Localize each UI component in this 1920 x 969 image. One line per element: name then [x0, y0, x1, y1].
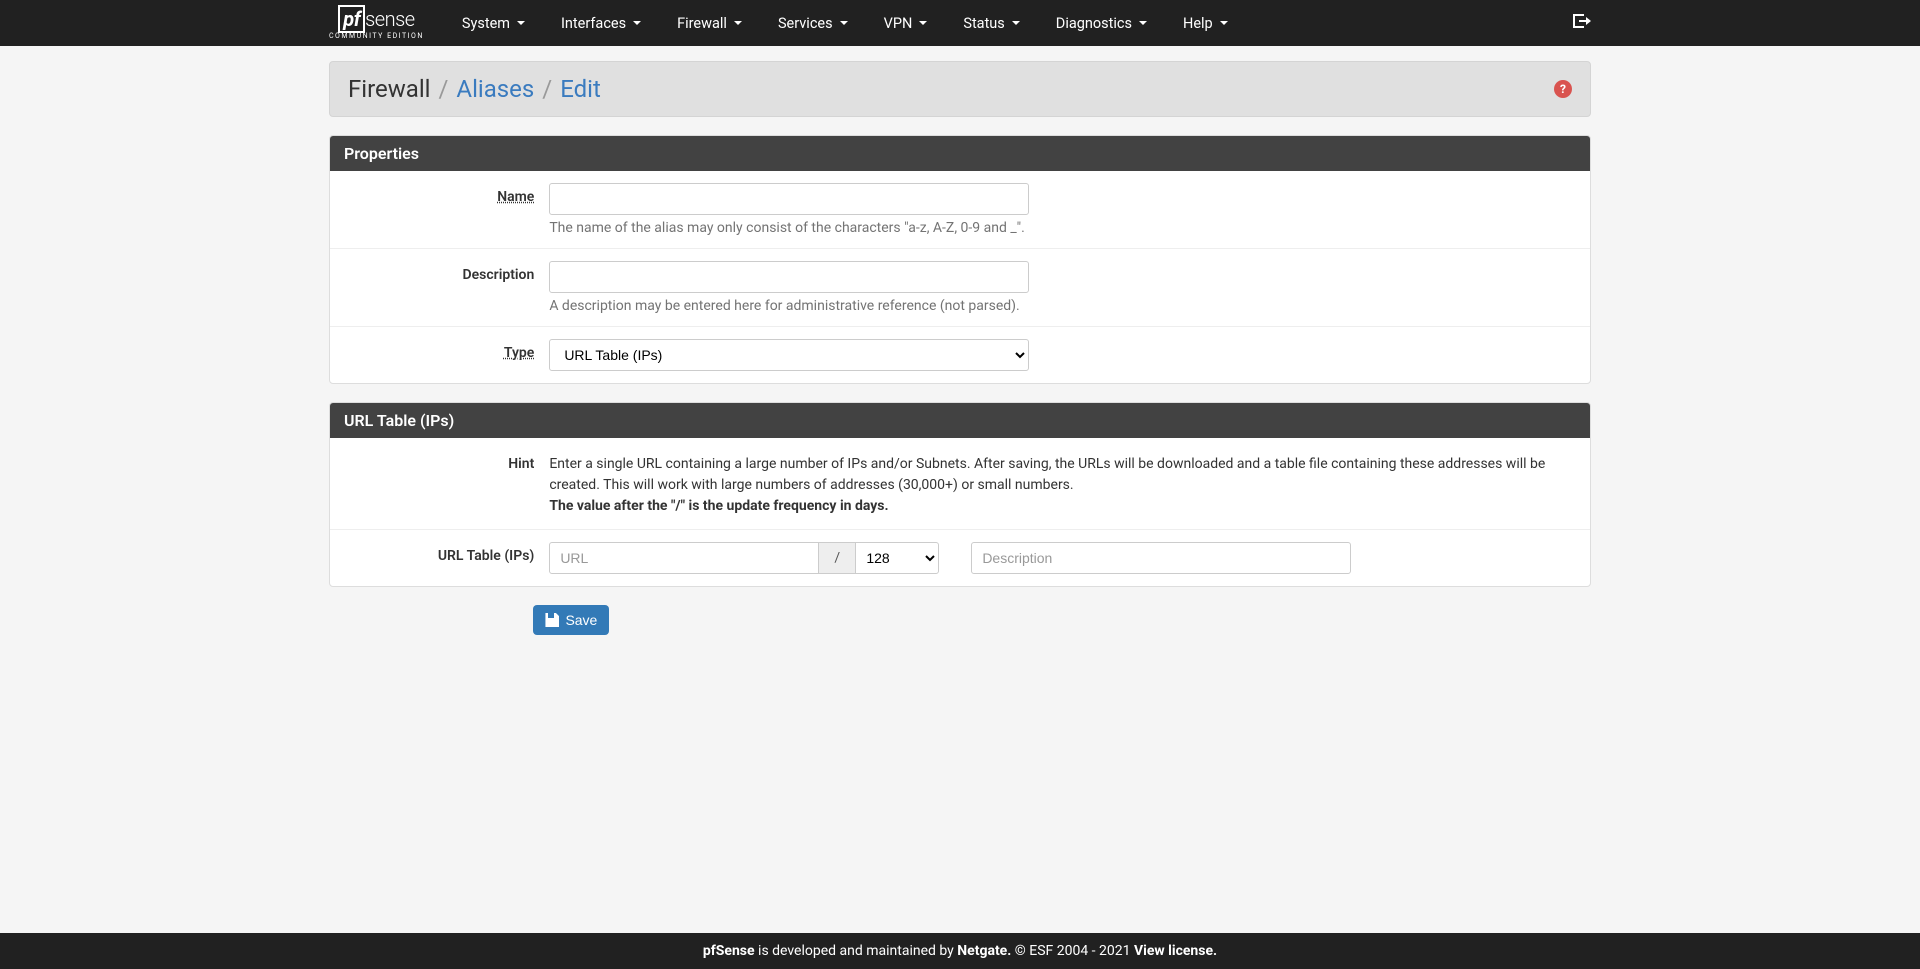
nav-vpn[interactable]: VPN [866, 2, 946, 45]
nav-help[interactable]: Help [1165, 2, 1246, 45]
breadcrumb-sep: / [542, 75, 552, 103]
url-input[interactable] [549, 542, 819, 574]
logo-pf: pf [338, 5, 365, 33]
urltable-panel: URL Table (IPs) Hint Enter a single URL … [329, 402, 1591, 587]
breadcrumb-panel: Firewall / Aliases / Edit ? [329, 61, 1591, 117]
logo-subtitle: COMMUNITY EDITION [329, 32, 424, 40]
properties-panel: Properties Name The name of the alias ma… [329, 135, 1591, 384]
caret-icon [633, 21, 641, 25]
caret-icon [734, 21, 742, 25]
logo[interactable]: pfsense COMMUNITY EDITION [329, 7, 424, 40]
type-label: Type [344, 339, 549, 371]
caret-icon [840, 21, 848, 25]
description-help: A description may be entered here for ad… [549, 298, 1576, 314]
hint-label: Hint [344, 450, 549, 517]
nav-diagnostics[interactable]: Diagnostics [1038, 2, 1165, 45]
hint-text: Enter a single URL containing a large nu… [549, 450, 1576, 517]
type-row: Type URL Table (IPs) [330, 327, 1590, 383]
description-row: Description A description may be entered… [330, 249, 1590, 327]
caret-icon [1139, 21, 1147, 25]
footer-brand: pfSense [703, 943, 755, 959]
breadcrumb-edit[interactable]: Edit [560, 75, 601, 103]
footer-netgate-link[interactable]: Netgate. [957, 943, 1011, 959]
save-icon [545, 613, 559, 627]
save-button[interactable]: Save [533, 605, 609, 635]
name-row: Name The name of the alias may only cons… [330, 171, 1590, 249]
nav-system[interactable]: System [444, 2, 543, 45]
caret-icon [1012, 21, 1020, 25]
breadcrumb-sep: / [439, 75, 449, 103]
nav-firewall[interactable]: Firewall [659, 2, 760, 45]
nav-services[interactable]: Services [760, 2, 866, 45]
nav-status[interactable]: Status [945, 2, 1037, 45]
description-label: Description [344, 261, 549, 314]
footer-license-link[interactable]: View license. [1134, 943, 1217, 959]
description-input[interactable] [549, 261, 1029, 293]
name-input[interactable] [549, 183, 1029, 215]
frequency-select[interactable]: 128 [855, 542, 939, 574]
caret-icon [1220, 21, 1228, 25]
type-select[interactable]: URL Table (IPs) [549, 339, 1029, 371]
breadcrumb-aliases[interactable]: Aliases [456, 75, 534, 103]
properties-heading: Properties [330, 136, 1590, 171]
hint-row: Hint Enter a single URL containing a lar… [330, 438, 1590, 530]
help-icon[interactable]: ? [1554, 80, 1572, 98]
slash-addon: / [819, 542, 855, 574]
caret-icon [517, 21, 525, 25]
urltable-heading: URL Table (IPs) [330, 403, 1590, 438]
url-row: URL Table (IPs) / 128 [330, 530, 1590, 586]
breadcrumb: Firewall / Aliases / Edit [348, 75, 601, 103]
logout-icon[interactable] [1571, 12, 1591, 35]
top-navbar: pfsense COMMUNITY EDITION System Interfa… [0, 0, 1920, 46]
url-label: URL Table (IPs) [344, 542, 549, 574]
caret-icon [919, 21, 927, 25]
name-help: The name of the alias may only consist o… [549, 220, 1576, 236]
name-label: Name [344, 183, 549, 236]
breadcrumb-firewall: Firewall [348, 75, 431, 103]
logo-sense: sense [365, 7, 414, 31]
nav-menu: System Interfaces Firewall Services VPN … [444, 2, 1246, 45]
footer: pfSense is developed and maintained by N… [0, 933, 1920, 969]
nav-interfaces[interactable]: Interfaces [543, 2, 659, 45]
row-description-input[interactable] [971, 542, 1351, 574]
